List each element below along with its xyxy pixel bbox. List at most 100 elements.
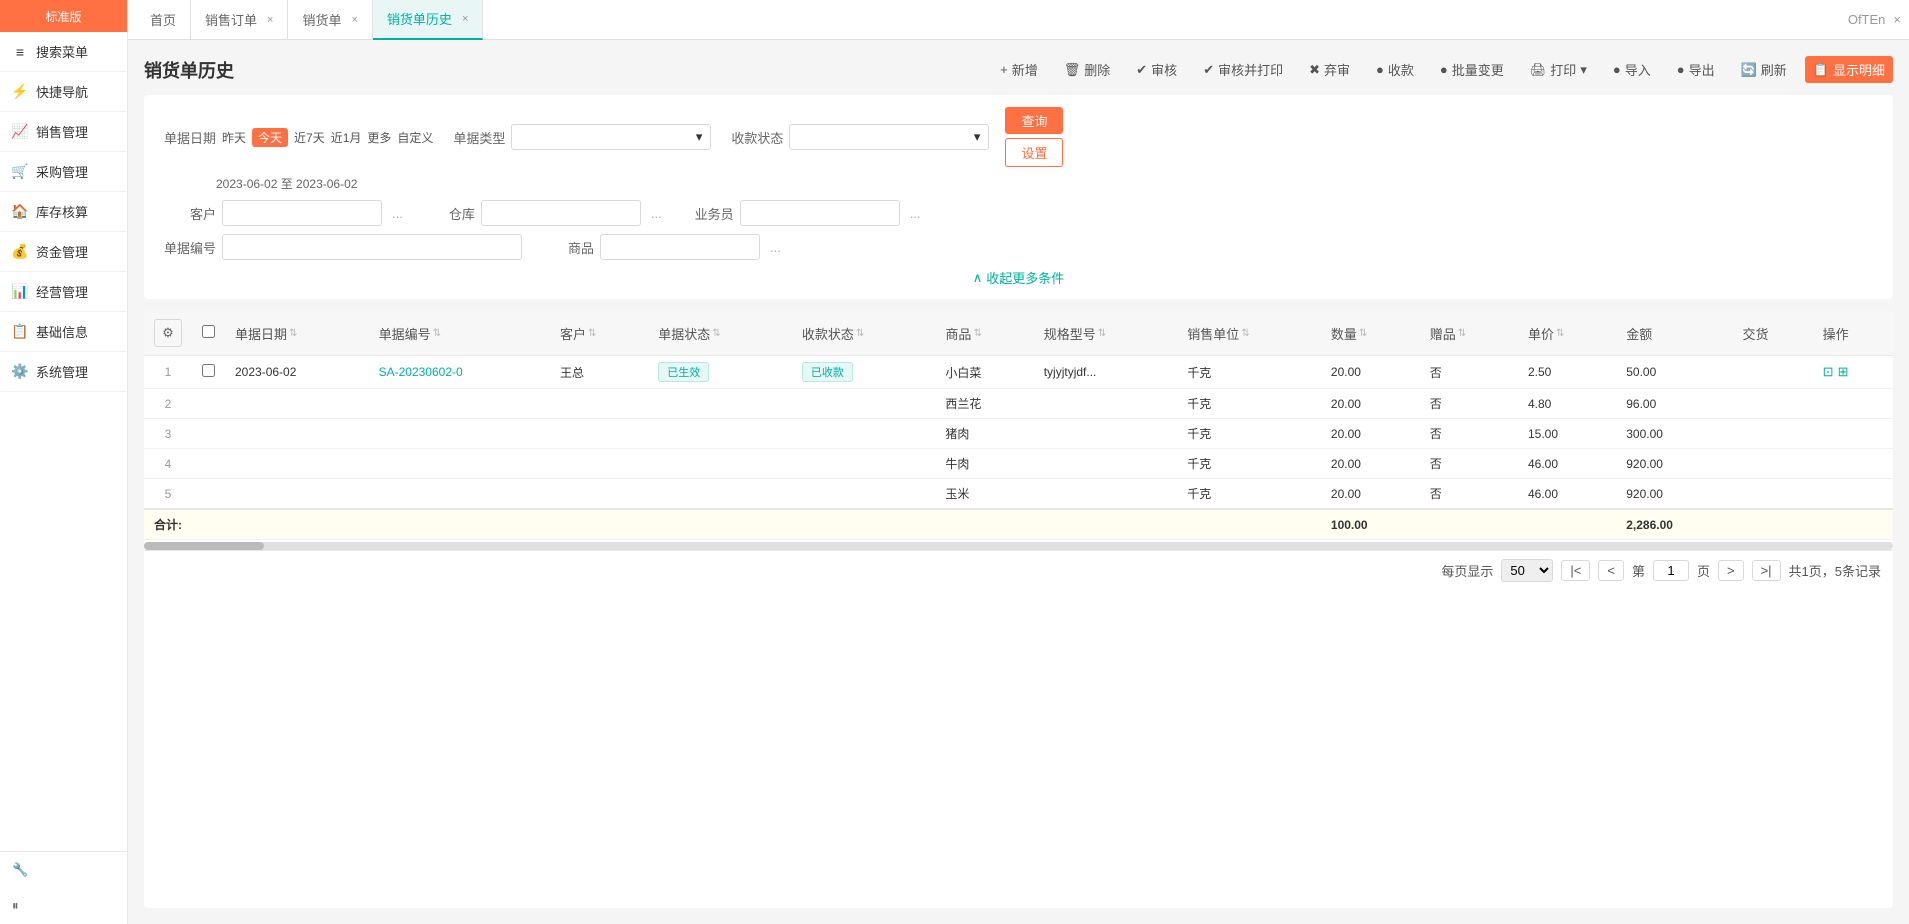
warehouse-input[interactable]	[481, 200, 641, 226]
export-button[interactable]: ● 导出	[1669, 56, 1723, 83]
shortcut-1month[interactable]: 近1月	[331, 129, 362, 146]
th-unit-price[interactable]: 单价 ⇅	[1518, 311, 1616, 356]
refresh-button[interactable]: 🔄 刷新	[1733, 56, 1795, 83]
cell-checkbox[interactable]	[192, 356, 225, 389]
filter-collect-status-item: 收款状态 ▾	[727, 124, 989, 150]
sales-unit-sort-icon: ⇅	[1241, 328, 1249, 339]
th-collect-status[interactable]: 收款状态 ⇅	[792, 311, 936, 356]
th-spec[interactable]: 规格型号 ⇅	[1034, 311, 1178, 356]
print-button[interactable]: 🖨 打印 ▾	[1522, 56, 1595, 83]
cell-checkbox[interactable]	[192, 449, 225, 479]
query-button[interactable]: 查询	[1005, 107, 1063, 134]
last-page-btn[interactable]: >|	[1752, 560, 1781, 581]
audit-button[interactable]: ✔ 审核	[1128, 56, 1185, 83]
cell-doc-no[interactable]	[369, 389, 550, 419]
prev-page-btn[interactable]: <	[1598, 560, 1624, 581]
th-doc-no[interactable]: 单据编号 ⇅	[369, 311, 550, 356]
docno-input[interactable]	[222, 234, 522, 260]
select-all-checkbox[interactable]	[202, 325, 215, 338]
tab-sales-goods[interactable]: 销货单 ×	[288, 0, 372, 40]
settings-button[interactable]: 设置	[1005, 138, 1063, 167]
sidebar-item-finance-mgmt[interactable]: 💰 资金管理	[0, 232, 127, 272]
sidebar-item-search-menu[interactable]: ≡ 搜索菜单	[0, 32, 127, 72]
staff-dots[interactable]: ...	[910, 206, 921, 221]
batch-change-button[interactable]: ● 批量变更	[1432, 56, 1512, 83]
cell-doc-date: 2023-06-02	[225, 356, 369, 389]
table-settings-gear[interactable]: ⚙	[154, 319, 182, 347]
cell-doc-status	[648, 389, 792, 419]
tab-sales-goods-close[interactable]: ×	[351, 14, 357, 26]
customer-input[interactable]	[222, 200, 382, 226]
cell-doc-no[interactable]	[369, 419, 550, 449]
th-gift[interactable]: 赠品 ⇅	[1420, 311, 1518, 356]
tab-sales-history[interactable]: 销货单历史 ×	[373, 0, 483, 40]
sidebar-item-purchase-mgmt[interactable]: 🛒 采购管理	[0, 152, 127, 192]
scrollbar-thumb[interactable]	[144, 542, 264, 550]
sidebar-bottom-item-2[interactable]: ⏸	[0, 888, 127, 924]
cell-doc-no[interactable]: SA-20230602-0	[369, 356, 550, 389]
shortcut-more[interactable]: 更多	[367, 129, 391, 146]
cell-collect-status	[792, 389, 936, 419]
cell-doc-no[interactable]	[369, 449, 550, 479]
total-info: 共1页，5条记录	[1789, 561, 1881, 580]
cell-doc-status	[648, 419, 792, 449]
first-page-btn[interactable]: |<	[1561, 560, 1590, 581]
sidebar-item-label: 经营管理	[36, 282, 88, 301]
shortcut-yesterday[interactable]: 昨天	[222, 129, 246, 146]
new-button[interactable]: + 新增	[992, 56, 1046, 83]
import-icon: ●	[1613, 62, 1621, 77]
cell-checkbox[interactable]	[192, 389, 225, 419]
sidebar-item-basic-info[interactable]: 📋 基础信息	[0, 312, 127, 352]
page-input[interactable]	[1653, 560, 1689, 581]
abandon-button[interactable]: ✖ 弃审	[1301, 56, 1358, 83]
tab-sales-order-close[interactable]: ×	[267, 14, 273, 26]
th-sales-unit[interactable]: 销售单位 ⇅	[1177, 311, 1321, 356]
tab-sales-order[interactable]: 销售订单 ×	[191, 0, 288, 40]
th-doc-status[interactable]: 单据状态 ⇅	[648, 311, 792, 356]
cell-checkbox[interactable]	[192, 419, 225, 449]
collect-status-select[interactable]: ▾	[789, 124, 989, 150]
audit-print-button[interactable]: ✔ 审核并打印	[1195, 56, 1291, 83]
th-goods-label: 商品	[945, 324, 971, 343]
customer-dots[interactable]: ...	[392, 206, 403, 221]
page-size-select[interactable]: 50 100 200	[1501, 559, 1553, 582]
doc-type-select[interactable]: ▾	[511, 124, 711, 150]
horizontal-scrollbar[interactable]	[144, 542, 1893, 550]
cell-spec	[1034, 419, 1178, 449]
collapse-button[interactable]: ∧ 收起更多条件	[160, 268, 1877, 287]
sidebar-item-inventory[interactable]: 🏠 库存核算	[0, 192, 127, 232]
th-settings[interactable]: ⚙	[144, 311, 192, 356]
tab-home[interactable]: 首页	[136, 0, 191, 40]
collect-status-chevron: ▾	[974, 129, 981, 145]
sidebar-bottom-item-1[interactable]: 🔧	[0, 852, 127, 888]
action-more[interactable]: ⊞	[1838, 364, 1849, 379]
warehouse-dots[interactable]: ...	[651, 206, 662, 221]
page-header: 销货单历史 + 新增 🗑 删除 ✔ 审核 ✔ 审核并打印	[144, 56, 1893, 83]
collect-button[interactable]: ● 收款	[1368, 56, 1422, 83]
th-customer[interactable]: 客户 ⇅	[550, 311, 648, 356]
window-close-btn[interactable]: ×	[1893, 12, 1901, 27]
goods-dots[interactable]: ...	[770, 240, 781, 255]
import-button[interactable]: ● 导入	[1605, 56, 1659, 83]
cell-checkbox[interactable]	[192, 479, 225, 510]
sidebar-item-ops-mgmt[interactable]: 📊 经营管理	[0, 272, 127, 312]
shortcut-today[interactable]: 今天	[252, 128, 288, 147]
shortcut-custom[interactable]: 自定义	[397, 129, 433, 146]
sidebar-item-sys-mgmt[interactable]: ⚙️ 系统管理	[0, 352, 127, 392]
th-doc-date[interactable]: 单据日期 ⇅	[225, 311, 369, 356]
sidebar-item-label: 采购管理	[36, 162, 88, 181]
delete-button[interactable]: 🗑 删除	[1056, 56, 1119, 83]
sidebar-item-sales-mgmt[interactable]: 📈 销售管理	[0, 112, 127, 152]
action-edit[interactable]: ⊡	[1823, 364, 1834, 379]
shortcut-7days[interactable]: 近7天	[294, 129, 325, 146]
show-detail-button[interactable]: 📋 显示明细	[1805, 56, 1893, 83]
show-detail-label: 显示明细	[1833, 60, 1885, 79]
staff-input[interactable]	[740, 200, 900, 226]
sidebar-item-quick-nav[interactable]: ⚡ 快捷导航	[0, 72, 127, 112]
th-qty[interactable]: 数量 ⇅	[1321, 311, 1420, 356]
cell-doc-no[interactable]	[369, 479, 550, 510]
tab-sales-history-close[interactable]: ×	[462, 13, 468, 25]
th-goods[interactable]: 商品 ⇅	[935, 311, 1033, 356]
goods-input[interactable]	[600, 234, 760, 260]
next-page-btn[interactable]: >	[1718, 560, 1744, 581]
